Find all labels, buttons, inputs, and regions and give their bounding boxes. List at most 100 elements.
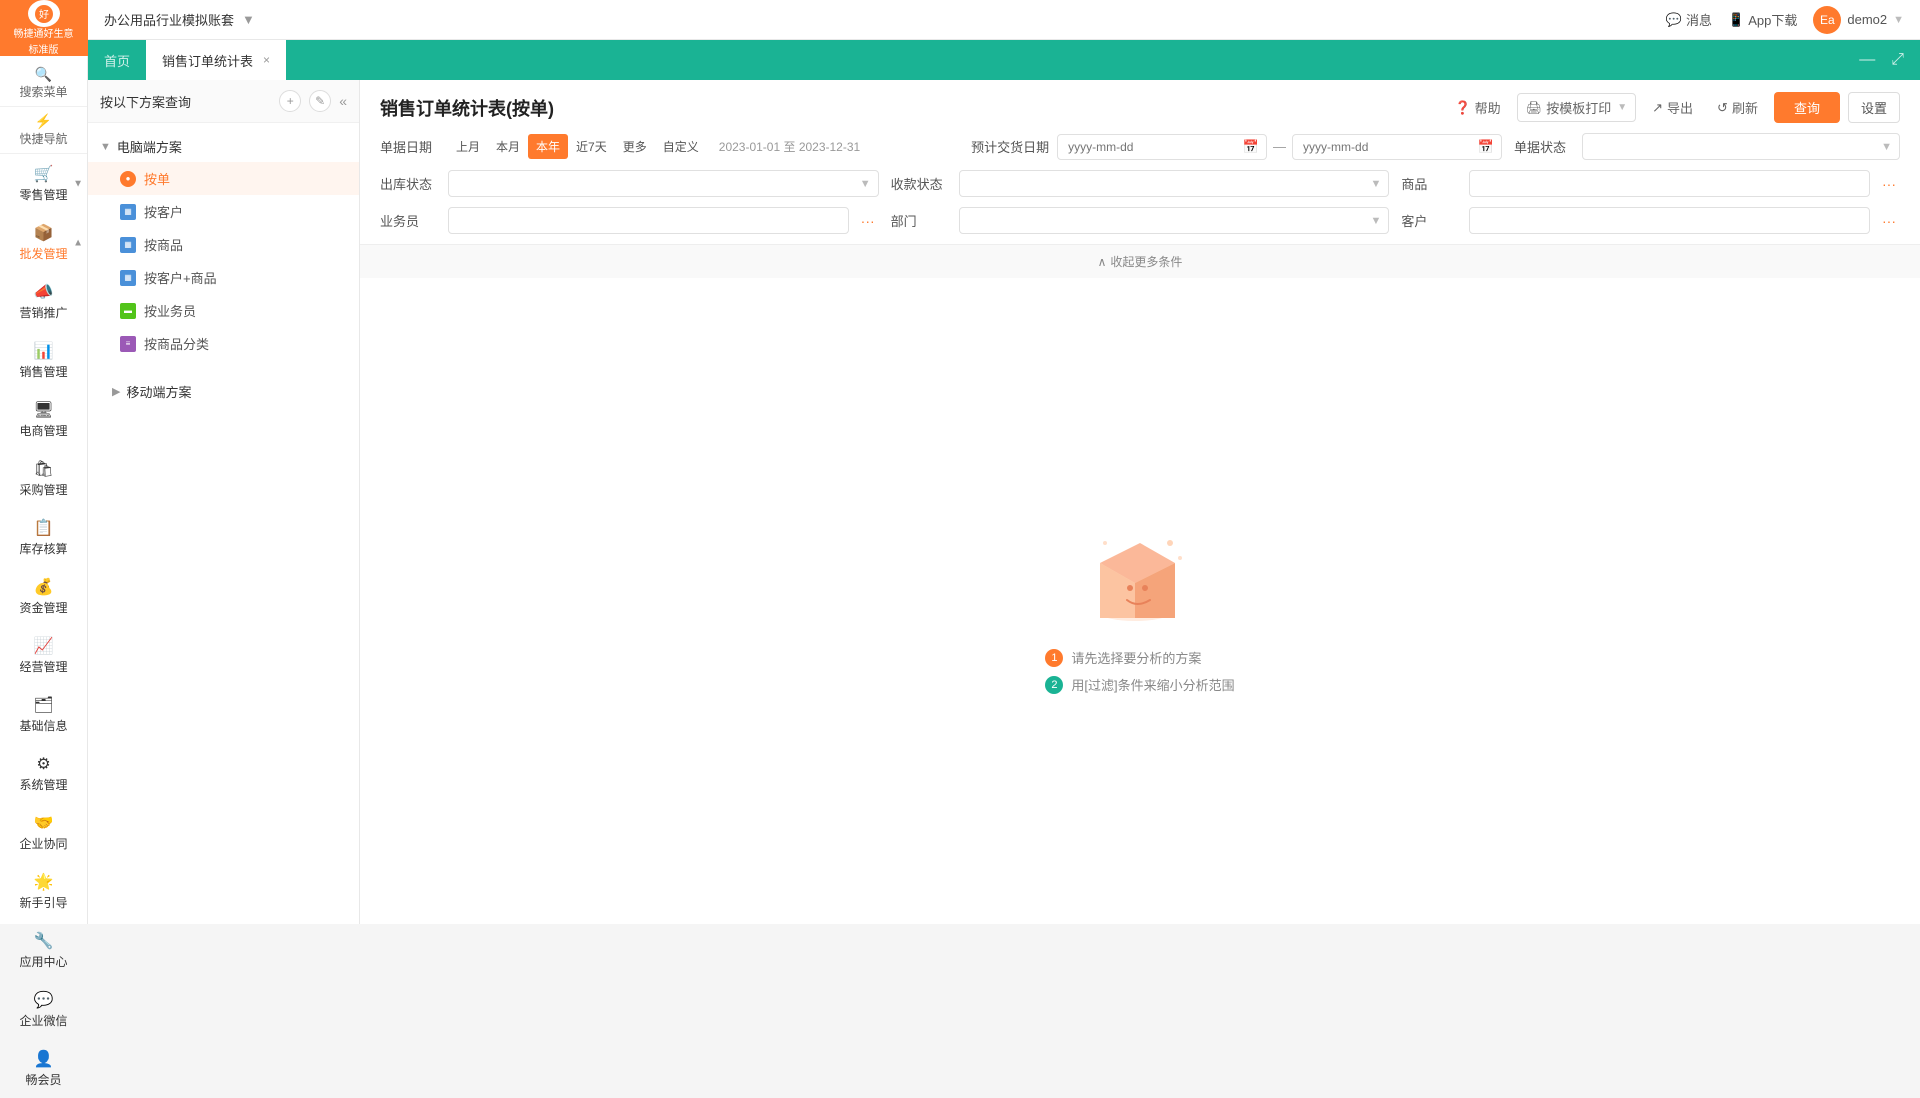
settings-button[interactable]: 设置 [1848, 92, 1900, 123]
hint1-text: 请先选择要分析的方案 [1071, 648, 1201, 667]
apps-icon: 🔧 [34, 931, 54, 951]
filter-area-inner: 销售订单统计表(按单) ❓ 帮助 🖨 按模板打印 ▼ [360, 80, 1920, 234]
tab-sales-stats[interactable]: 销售订单统计表 × [146, 40, 286, 80]
goods-input[interactable] [1469, 170, 1870, 197]
expected-date-from-input[interactable] [1057, 134, 1267, 160]
mobile-section-header[interactable]: ▶ 移动端方案 [88, 376, 359, 407]
tab-maximize-btn[interactable]: ⤢ [1887, 47, 1908, 73]
this-year-btn[interactable]: 本年 [528, 134, 568, 159]
mobile-section-label: 移动端方案 [126, 382, 191, 401]
message-label: 消息 [1686, 10, 1712, 29]
sidebar-item-wechat[interactable]: 💬 企业微信 [0, 980, 87, 1039]
app-download-label: App下载 [1748, 10, 1797, 29]
empty-svg [1080, 508, 1200, 628]
help-label: 帮助 [1475, 98, 1501, 117]
logo-icon: 好 [28, 0, 60, 27]
collapse-conditions-text: ∧ 收起更多条件 [1098, 253, 1183, 270]
sidebar-item-operations[interactable]: 📈 经营管理 [0, 626, 87, 685]
message-action[interactable]: 💬 消息 [1666, 10, 1712, 29]
sidebar-item-newbie[interactable]: 🌟 新手引导 [0, 862, 87, 921]
tab-close-btn[interactable]: × [263, 53, 270, 67]
print-icon: 🖨 [1526, 100, 1543, 116]
left-panel-header: 按以下方案查询 + ✎ « [88, 80, 359, 123]
sidebar-item-apps[interactable]: 🔧 应用中心 [0, 921, 87, 980]
expected-date-from-wrap: 📅 [1057, 134, 1267, 160]
sidebar-item-inventory[interactable]: 📋 库存核算 [0, 508, 87, 567]
header-dropdown-icon[interactable]: ▼ [242, 12, 255, 27]
edit-scheme-btn[interactable]: ✎ [309, 90, 331, 112]
tab-minimize-btn[interactable]: — [1855, 47, 1879, 73]
last-month-btn[interactable]: 上月 [448, 134, 488, 159]
goods-dots-btn[interactable]: ··· [1878, 172, 1900, 196]
collapse-panel-btn[interactable]: « [339, 93, 347, 109]
system-icon: ⚙ [36, 754, 50, 774]
sidebar-item-basics[interactable]: 🗂 基础信息 [0, 685, 87, 744]
receive-status-select[interactable] [959, 170, 1390, 197]
department-select[interactable] [959, 207, 1390, 234]
user-menu[interactable]: Ea demo2 ▼ [1813, 6, 1904, 34]
home-tab-label: 首页 [104, 51, 130, 70]
app-download-action[interactable]: 📱 App下载 [1728, 10, 1797, 29]
receive-status-field: 收款状态 ▼ [891, 170, 1390, 197]
ecommerce-icon: 🖥 [33, 400, 53, 420]
sidebar-item-member[interactable]: 👤 畅会员 [0, 1039, 87, 1098]
expected-date-to-input[interactable] [1292, 134, 1502, 160]
sidebar-item-sales[interactable]: 📊 销售管理 [0, 331, 87, 390]
help-action[interactable]: ❓ 帮助 [1446, 94, 1508, 121]
salesperson-input[interactable] [448, 207, 849, 234]
message-icon: 💬 [1666, 12, 1682, 28]
scheme-item-by-customer[interactable]: ▦ 按客户 [88, 195, 359, 228]
last7days-btn[interactable]: 近7天 [568, 134, 615, 159]
sidebar-item-purchase[interactable]: 🛍 采购管理 [0, 449, 87, 508]
bill-status-select[interactable] [1582, 133, 1900, 160]
more-btn[interactable]: 更多 [615, 134, 655, 159]
corp-label: 企业协同 [19, 835, 67, 852]
sidebar-item-quick-nav[interactable]: ⚡ 快捷导航 [0, 107, 87, 154]
bill-status-select-wrap: ▼ [1582, 133, 1900, 160]
page-title: 销售订单统计表(按单) [380, 95, 1446, 121]
salesperson-label: 业务员 [380, 211, 440, 230]
ecommerce-label: 电商管理 [19, 422, 67, 439]
filter-row-3: 业务员 ··· 部门 ▼ [380, 207, 1900, 234]
sidebar-item-ecommerce[interactable]: 🖥 电商管理 [0, 390, 87, 449]
salesperson-dots-btn[interactable]: ··· [857, 209, 879, 233]
export-action[interactable]: ↗ 导出 [1644, 94, 1701, 121]
scheme-item-by-salesperson[interactable]: ▬ 按业务员 [88, 294, 359, 327]
pc-section-header[interactable]: ▼ 电脑端方案 [88, 131, 359, 162]
scheme-item-by-customer-goods[interactable]: ▦ 按客户+商品 [88, 261, 359, 294]
customer-dots-btn[interactable]: ··· [1878, 209, 1900, 233]
customer-input[interactable] [1469, 207, 1870, 234]
custom-btn[interactable]: 自定义 [655, 134, 707, 159]
print-action[interactable]: 🖨 按模板打印 ▼ [1517, 93, 1636, 122]
sidebar-item-search-menu[interactable]: 🔍 搜索菜单 [0, 56, 87, 107]
sidebar-item-retail[interactable]: 🛒 零售管理 ▼ [0, 154, 87, 213]
sidebar-item-corp[interactable]: 🤝 企业协同 [0, 803, 87, 862]
add-scheme-btn[interactable]: + [279, 90, 301, 112]
sales-label: 销售管理 [19, 363, 67, 380]
refresh-label: 刷新 [1732, 98, 1758, 117]
tab-controls: — ⤢ [1855, 47, 1920, 73]
hint1-num: 1 [1045, 649, 1063, 667]
refresh-action[interactable]: ↺ 刷新 [1709, 94, 1766, 121]
out-status-select[interactable] [448, 170, 879, 197]
pc-section-arrow-icon: ▼ [100, 141, 111, 153]
user-dropdown-icon: ▼ [1893, 14, 1904, 26]
tab-home[interactable]: 首页 [88, 40, 146, 80]
collapse-conditions-btn[interactable]: ∧ 收起更多条件 [360, 244, 1920, 278]
system-label: 系统管理 [19, 776, 67, 793]
this-month-btn[interactable]: 本月 [488, 134, 528, 159]
scheme-item-by-goods[interactable]: ▦ 按商品 [88, 228, 359, 261]
sidebar-item-wholesale[interactable]: 📦 批发管理 ▲ [0, 213, 87, 272]
sidebar-item-system[interactable]: ⚙ 系统管理 [0, 744, 87, 803]
query-button[interactable]: 查询 [1774, 92, 1840, 123]
expected-date-label: 预计交货日期 [971, 137, 1049, 156]
sidebar-item-finance[interactable]: 💰 资金管理 [0, 567, 87, 626]
sidebar-item-marketing[interactable]: 📣 营销推广 [0, 272, 87, 331]
edit-icon: ✎ [315, 94, 325, 108]
scheme-item-by-goods-cat[interactable]: ≡ 按商品分类 [88, 327, 359, 360]
header-right: 💬 消息 📱 App下载 Ea demo2 ▼ [1666, 6, 1904, 34]
scheme-item-by-single[interactable]: ● 按单 [88, 162, 359, 195]
member-icon: 👤 [34, 1049, 54, 1069]
header-left: 办公用品行业模拟账套 ▼ [104, 10, 255, 29]
expected-date-range: 📅 — 📅 [1057, 134, 1502, 160]
